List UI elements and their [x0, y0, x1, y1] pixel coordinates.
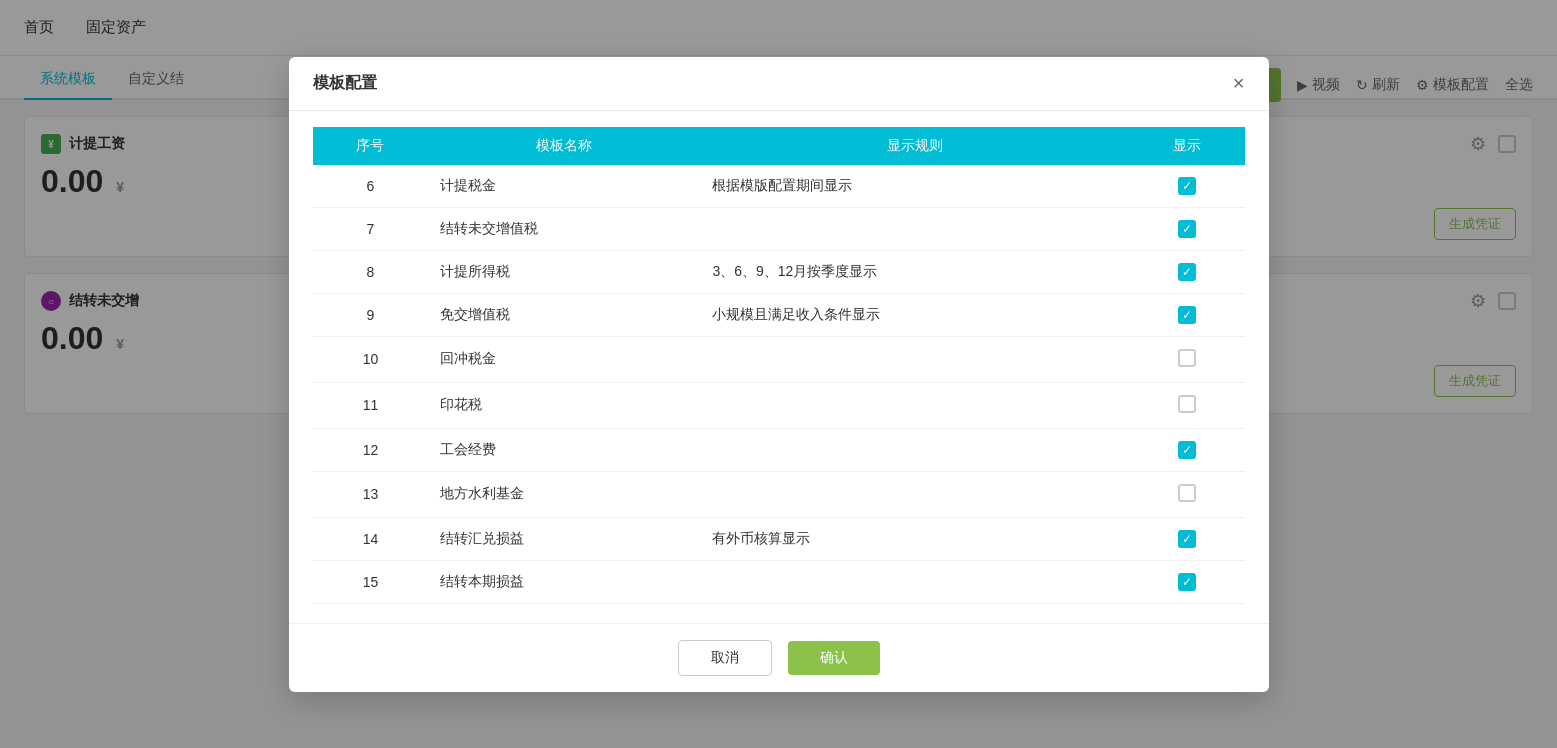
cell-name: 印花税 — [428, 382, 700, 428]
config-table: 序号 模板名称 显示规则 显示 6计提税金根据模版配置期间显示✓7结转未交增值税… — [313, 127, 1245, 607]
modal-body: 序号 模板名称 显示规则 显示 6计提税金根据模版配置期间显示✓7结转未交增值税… — [289, 111, 1269, 623]
modal-overlay: 模板配置 × 序号 模板名称 显示规则 显示 6计提税金根据模版配置期间显 — [0, 0, 1557, 748]
row-checkbox[interactable]: ✓ — [1178, 573, 1196, 591]
template-config-modal: 模板配置 × 序号 模板名称 显示规则 显示 6计提税金根据模版配置期间显 — [289, 57, 1269, 692]
cell-name: 结转未分配利润 — [428, 603, 700, 607]
row-checkbox[interactable] — [1178, 349, 1196, 367]
cell-name: 结转本期损益 — [428, 560, 700, 603]
cell-checkbox: ✓ — [1129, 560, 1245, 603]
table-row: 8计提所得税3、6、9、12月按季度显示 ✓ — [313, 250, 1245, 293]
cell-checkbox: ✓ — [1129, 517, 1245, 560]
col-rule: 显示规则 — [700, 127, 1128, 165]
cell-seq: 7 — [313, 207, 429, 250]
cell-seq: 16 — [313, 603, 429, 607]
confirm-button[interactable]: 确认 — [788, 641, 880, 675]
row-checkbox[interactable]: ✓ — [1178, 306, 1196, 324]
cell-rule: 根据模版配置期间显示 — [700, 165, 1128, 208]
table-row: 7结转未交增值税 ✓ — [313, 207, 1245, 250]
cell-seq: 13 — [313, 471, 429, 517]
row-checkbox[interactable]: ✓ — [1178, 441, 1196, 459]
cell-checkbox — [1129, 382, 1245, 428]
cell-rule: 3、6、9、12月按季度显示 — [700, 250, 1128, 293]
table-body: 6计提税金根据模版配置期间显示✓7结转未交增值税✓8计提所得税3、6、9、12月… — [313, 165, 1245, 607]
col-name: 模板名称 — [428, 127, 700, 165]
cell-rule — [700, 207, 1128, 250]
row-checkbox[interactable]: ✓ — [1178, 177, 1196, 195]
table-row: 13地方水利基金 — [313, 471, 1245, 517]
cell-rule: 小规模且满足收入条件显示 — [700, 293, 1128, 336]
table-row: 12工会经费 ✓ — [313, 428, 1245, 471]
cell-name: 计提所得税 — [428, 250, 700, 293]
row-checkbox[interactable]: ✓ — [1178, 263, 1196, 281]
cell-seq: 10 — [313, 336, 429, 382]
table-row: 6计提税金根据模版配置期间显示 ✓ — [313, 165, 1245, 208]
cell-name: 地方水利基金 — [428, 471, 700, 517]
row-checkbox[interactable] — [1178, 484, 1196, 502]
cancel-button[interactable]: 取消 — [678, 640, 772, 676]
col-seq: 序号 — [313, 127, 429, 165]
cell-seq: 8 — [313, 250, 429, 293]
modal-header: 模板配置 × — [289, 57, 1269, 111]
table-row: 11印花税 — [313, 382, 1245, 428]
row-checkbox[interactable]: ✓ — [1178, 530, 1196, 548]
cell-seq: 14 — [313, 517, 429, 560]
cell-seq: 11 — [313, 382, 429, 428]
cell-rule — [700, 471, 1128, 517]
modal-footer: 取消 确认 — [289, 623, 1269, 692]
cell-checkbox: ✓ — [1129, 250, 1245, 293]
cell-name: 结转未交增值税 — [428, 207, 700, 250]
table-row: 10回冲税金 — [313, 336, 1245, 382]
table-header: 序号 模板名称 显示规则 显示 — [313, 127, 1245, 165]
table-row: 9免交增值税小规模且满足收入条件显示 ✓ — [313, 293, 1245, 336]
cell-seq: 6 — [313, 165, 429, 208]
cell-checkbox: ✓ — [1129, 207, 1245, 250]
table-row: 16结转未分配利润12月份显示✓ — [313, 603, 1245, 607]
cell-seq: 9 — [313, 293, 429, 336]
cell-seq: 15 — [313, 560, 429, 603]
cell-checkbox — [1129, 336, 1245, 382]
cell-name: 免交增值税 — [428, 293, 700, 336]
cell-checkbox: ✓ — [1129, 603, 1245, 607]
cell-name: 结转汇兑损益 — [428, 517, 700, 560]
cell-rule — [700, 428, 1128, 471]
cell-name: 工会经费 — [428, 428, 700, 471]
modal-close-button[interactable]: × — [1233, 73, 1245, 93]
cell-rule: 12月份显示 — [700, 603, 1128, 607]
cell-name: 回冲税金 — [428, 336, 700, 382]
table-row: 15结转本期损益 ✓ — [313, 560, 1245, 603]
cell-checkbox — [1129, 471, 1245, 517]
col-display: 显示 — [1129, 127, 1245, 165]
table-scroll-area[interactable]: 序号 模板名称 显示规则 显示 6计提税金根据模版配置期间显示✓7结转未交增值税… — [313, 127, 1245, 607]
cell-rule — [700, 336, 1128, 382]
cell-rule: 有外币核算显示 — [700, 517, 1128, 560]
cell-seq: 12 — [313, 428, 429, 471]
cell-rule — [700, 382, 1128, 428]
cell-checkbox: ✓ — [1129, 293, 1245, 336]
modal-title: 模板配置 — [313, 73, 377, 94]
cell-name: 计提税金 — [428, 165, 700, 208]
row-checkbox[interactable] — [1178, 395, 1196, 413]
cell-checkbox: ✓ — [1129, 428, 1245, 471]
cell-checkbox: ✓ — [1129, 165, 1245, 208]
row-checkbox[interactable]: ✓ — [1178, 220, 1196, 238]
cell-rule — [700, 560, 1128, 603]
table-row: 14结转汇兑损益有外币核算显示 ✓ — [313, 517, 1245, 560]
